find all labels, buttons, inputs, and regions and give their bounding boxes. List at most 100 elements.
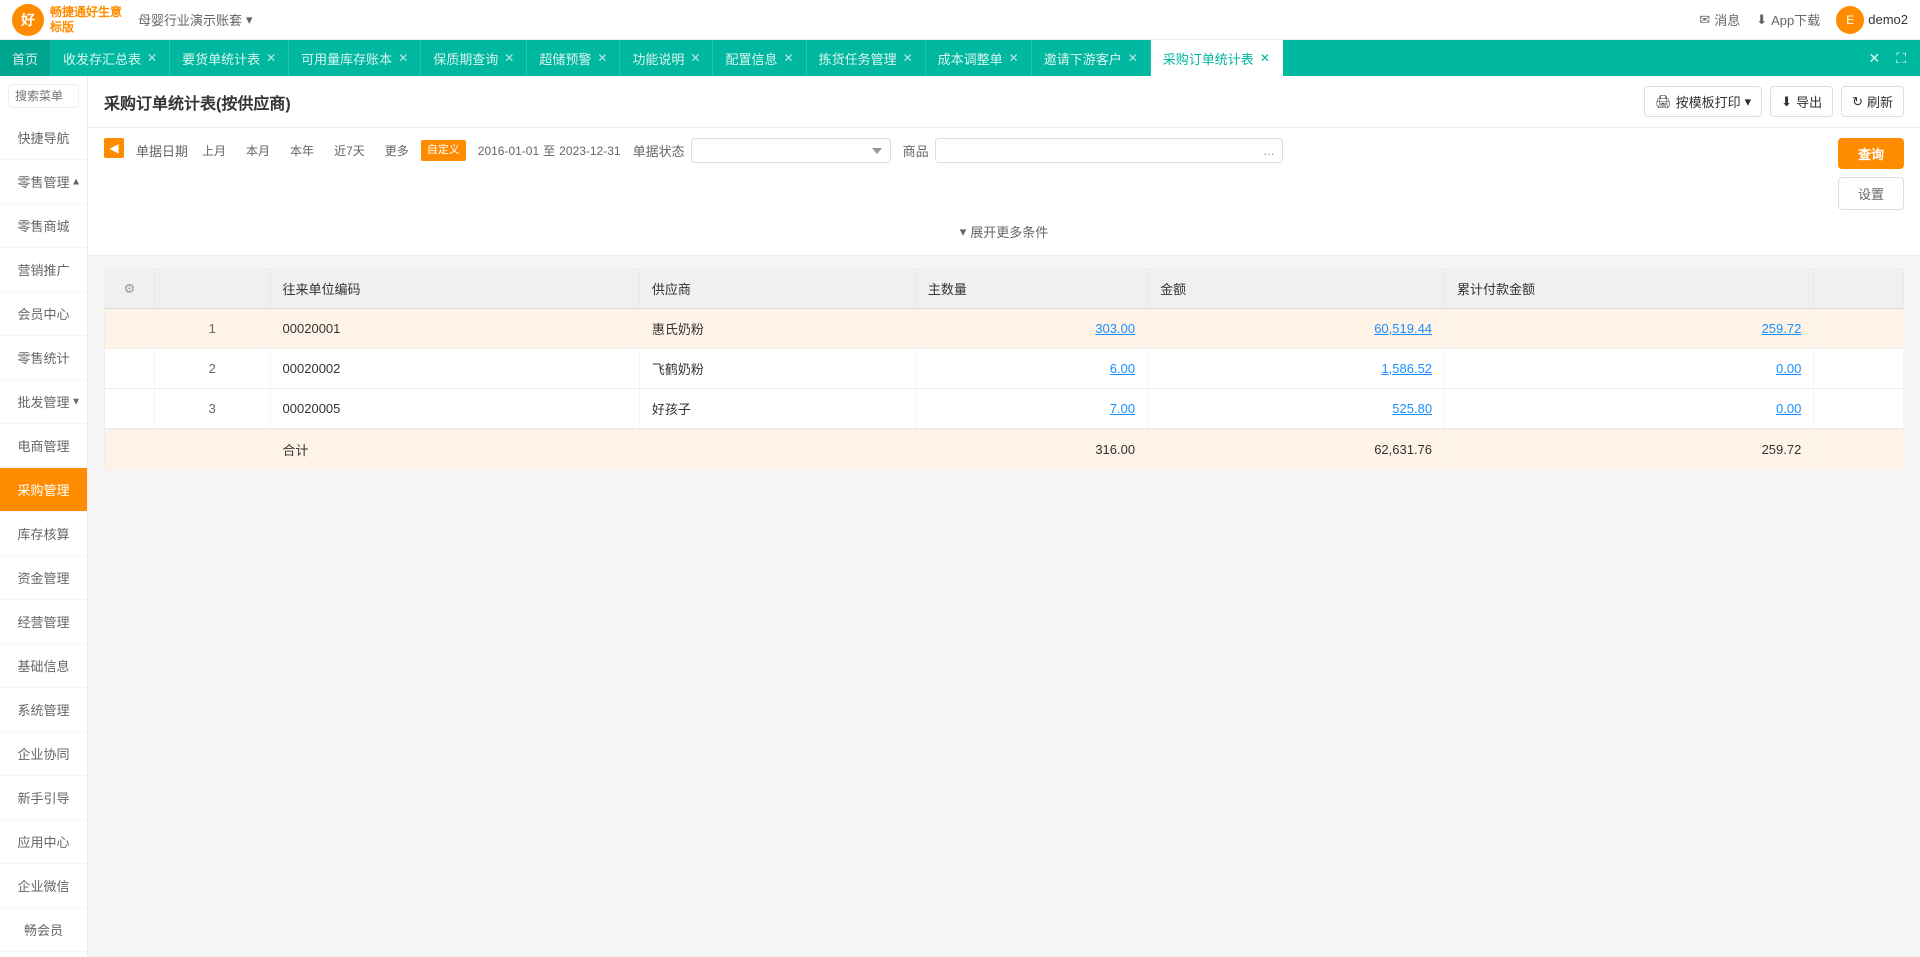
row-supplier: 好孩子 <box>639 389 915 430</box>
settings-button[interactable]: 设置 <box>1838 177 1904 210</box>
sidebar-item-member2[interactable]: 畅会员 <box>0 908 87 952</box>
row-settings[interactable] <box>105 349 155 389</box>
tab-close-icon[interactable]: ✕ <box>147 51 157 65</box>
sidebar-item-finance[interactable]: 资金管理 <box>0 556 87 600</box>
export-button[interactable]: ⬇ 导出 <box>1770 86 1833 117</box>
tab-close-icon[interactable]: ✕ <box>597 51 607 65</box>
shortcut-7-days[interactable]: 近7天 <box>326 140 373 161</box>
sidebar-item-system[interactable]: 系统管理 <box>0 688 87 732</box>
product-input-area: ... <box>935 138 1284 163</box>
sidebar-item-quick-nav[interactable]: 快捷导航 <box>0 116 87 160</box>
shortcut-this-month[interactable]: 本月 <box>238 140 278 161</box>
tab-home[interactable]: 首页 <box>0 40 51 76</box>
sidebar-item-enterprise-wechat[interactable]: 企业微信 <box>0 864 87 908</box>
date-shortcuts: 上月 本月 本年 近7天 更多 自定义 <box>194 140 466 161</box>
footer-label: 合计 <box>270 429 639 470</box>
sidebar-item-purchase[interactable]: 采购管理 <box>0 468 87 512</box>
product-input[interactable] <box>936 139 1256 162</box>
shortcut-prev-month[interactable]: 上月 <box>194 140 234 161</box>
print-icon: 🖨 <box>1655 94 1672 110</box>
nav-tabs-list: 首页 收发存汇总表 ✕ 要货单统计表 ✕ 可用量库存账本 ✕ 保质期查询 ✕ 超… <box>0 40 1854 76</box>
sidebar-item-marketing[interactable]: 营销推广 <box>0 248 87 292</box>
refresh-icon: ↻ <box>1852 94 1863 110</box>
tab-close-icon[interactable]: ✕ <box>266 51 276 65</box>
search-input[interactable] <box>8 84 79 108</box>
sidebar-item-wholesale[interactable]: 批发管理 <box>0 380 87 424</box>
tab-invite-downstream[interactable]: 邀请下游客户 ✕ <box>1032 40 1151 76</box>
expand-more-button[interactable]: ▾ 展开更多条件 <box>104 218 1904 245</box>
tab-cost-adjust[interactable]: 成本调整单 ✕ <box>926 40 1032 76</box>
tab-label: 采购订单统计表 <box>1163 49 1254 68</box>
message-button[interactable]: ✉ 消息 <box>1699 10 1740 29</box>
app-download-button[interactable]: ⬇ App下载 <box>1756 10 1820 29</box>
query-button[interactable]: 查询 <box>1838 138 1904 169</box>
sidebar-item-retail-store[interactable]: 零售商城 <box>0 204 87 248</box>
footer-amount: 62,631.76 <box>1148 429 1445 470</box>
table-header-setting[interactable]: ⚙ <box>105 269 155 309</box>
tab-close-icon[interactable]: ✕ <box>903 51 913 65</box>
filter-row-main: ◀ 单据日期 上月 本月 本年 近7天 更多 自定义 <box>104 138 1904 210</box>
date-filter-group: 单据日期 上月 本月 本年 近7天 更多 自定义 <box>136 140 466 161</box>
query-section: 查询 设置 <box>1838 138 1904 210</box>
row-main-qty[interactable]: 7.00 <box>915 389 1147 430</box>
fullscreen-button[interactable]: ⛶ <box>1890 48 1912 69</box>
refresh-button[interactable]: ↻ 刷新 <box>1841 86 1904 117</box>
close-tab-button[interactable]: ✕ <box>1862 48 1886 69</box>
custom-date-tag[interactable]: 自定义 <box>421 140 466 161</box>
user-avatar[interactable]: E demo2 <box>1836 6 1908 34</box>
row-amount[interactable]: 60,519.44 <box>1148 309 1445 349</box>
sidebar-item-member[interactable]: 会员中心 <box>0 292 87 336</box>
tab-purchase-stat[interactable]: 要货单统计表 ✕ <box>170 40 289 76</box>
tab-config-info[interactable]: 配置信息 ✕ <box>713 40 806 76</box>
tab-close-icon[interactable]: ✕ <box>784 51 794 65</box>
tab-warranty[interactable]: 保质期查询 ✕ <box>421 40 527 76</box>
table-area: ⚙ 往来单位编码 供应商 主数量 金额 累计付款金额 1 00020001 <box>88 256 1920 957</box>
tab-close-icon[interactable]: ✕ <box>690 51 700 65</box>
template-print-button[interactable]: 🖨 按模板打印 ▾ <box>1644 86 1762 117</box>
workspace-selector[interactable]: 母婴行业演示账套 ▾ <box>130 6 261 33</box>
sidebar-item-basic-info[interactable]: 基础信息 <box>0 644 87 688</box>
tab-function-desc[interactable]: 功能说明 ✕ <box>620 40 713 76</box>
tab-label: 收发存汇总表 <box>63 49 141 68</box>
sidebar-item-inventory[interactable]: 库存核算 <box>0 512 87 556</box>
status-select[interactable] <box>691 138 891 163</box>
shortcut-more[interactable]: 更多 <box>377 140 417 161</box>
tab-label: 保质期查询 <box>433 49 498 68</box>
tab-close-icon[interactable]: ✕ <box>1260 51 1270 65</box>
sidebar-item-app-center[interactable]: 应用中心 <box>0 820 87 864</box>
tab-receive-pay[interactable]: 收发存汇总表 ✕ <box>51 40 170 76</box>
tab-pick-task[interactable]: 拣货任务管理 ✕ <box>807 40 926 76</box>
row-settings[interactable] <box>105 309 155 349</box>
table-body: 1 00020001 惠氏奶粉 303.00 60,519.44 259.72 … <box>105 309 1904 430</box>
sidebar-item-retail[interactable]: 零售管理 <box>0 160 87 204</box>
row-amount[interactable]: 525.80 <box>1148 389 1445 430</box>
tab-close-icon[interactable]: ✕ <box>1128 51 1138 65</box>
expand-toggle[interactable]: ◀ <box>104 138 124 158</box>
tab-purchase-order-stat[interactable]: 采购订单统计表 ✕ <box>1151 40 1283 76</box>
row-amount[interactable]: 1,586.52 <box>1148 349 1445 389</box>
page-title: 采购订单统计表(按供应商) <box>104 90 291 114</box>
row-main-qty[interactable]: 6.00 <box>915 349 1147 389</box>
sidebar-item-ecommerce[interactable]: 电商管理 <box>0 424 87 468</box>
sidebar-item-new-guide[interactable]: 新手引导 <box>0 776 87 820</box>
chevron-down-icon: ▾ <box>960 224 967 240</box>
tab-close-icon[interactable]: ✕ <box>1009 51 1019 65</box>
sidebar-item-enterprise[interactable]: 企业协同 <box>0 732 87 776</box>
top-bar: 好 畅捷通好生意 标版 母婴行业演示账套 ▾ ✉ 消息 ⬇ App下载 E de… <box>0 0 1920 40</box>
table-header-unit-code: 往来单位编码 <box>270 269 639 309</box>
product-search-dots[interactable]: ... <box>1256 139 1283 162</box>
sidebar-item-retail-stat[interactable]: 零售统计 <box>0 336 87 380</box>
row-paid-amount[interactable]: 0.00 <box>1445 349 1814 389</box>
tab-close-icon[interactable]: ✕ <box>504 51 514 65</box>
tab-available-stock[interactable]: 可用量库存账本 ✕ <box>289 40 421 76</box>
row-settings[interactable] <box>105 389 155 430</box>
tab-close-icon[interactable]: ✕ <box>398 51 408 65</box>
tab-overstock[interactable]: 超储预警 ✕ <box>527 40 620 76</box>
table-row: 3 00020005 好孩子 7.00 525.80 0.00 <box>105 389 1904 430</box>
row-main-qty[interactable]: 303.00 <box>915 309 1147 349</box>
row-paid-amount[interactable]: 0.00 <box>1445 389 1814 430</box>
row-paid-amount[interactable]: 259.72 <box>1445 309 1814 349</box>
sidebar-item-operations[interactable]: 经营管理 <box>0 600 87 644</box>
shortcut-this-year[interactable]: 本年 <box>282 140 322 161</box>
avatar: E <box>1836 6 1864 34</box>
